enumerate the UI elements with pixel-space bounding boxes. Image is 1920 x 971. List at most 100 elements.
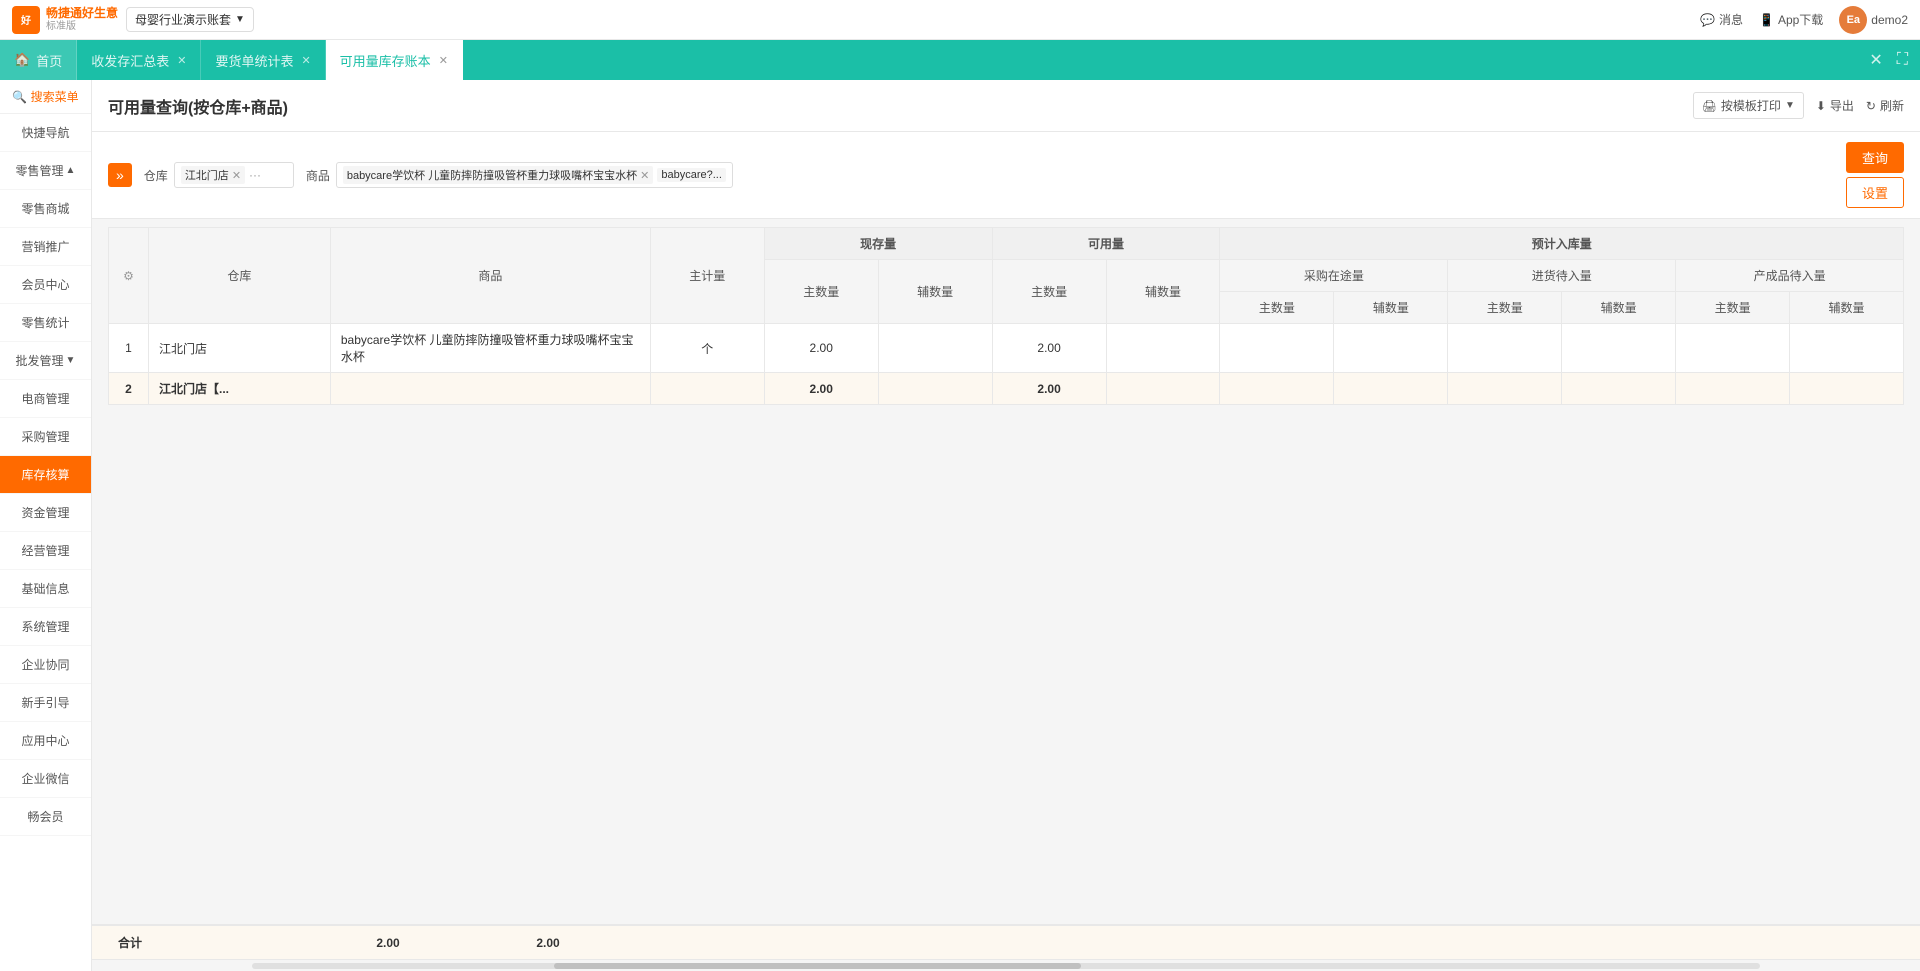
cell-inc-main-1 — [1448, 324, 1562, 373]
product-tag-0: babycare学饮杯 儿童防摔防撞吸管杯重力球吸嘴杯宝宝水杯 ✕ — [343, 166, 654, 184]
sidebar-item-member2[interactable]: 畅会员 — [0, 798, 91, 836]
expand-icon[interactable]: ⛶ — [1893, 49, 1912, 71]
th-settings[interactable]: ⚙ — [109, 228, 149, 324]
export-button[interactable]: ⬇ 导出 — [1816, 97, 1854, 114]
warehouse-tag-container[interactable]: 江北门店 ✕ ··· — [174, 162, 294, 188]
print-icon: 🖨 — [1702, 99, 1717, 113]
sidebar-item-system[interactable]: 系统管理 — [0, 608, 91, 646]
logo-subtext: 标准版 — [46, 21, 118, 33]
filter-actions: 查询 设置 — [1846, 142, 1904, 208]
sidebar-item-app-center[interactable]: 应用中心 — [0, 722, 91, 760]
filter-area: » 仓库 江北门店 ✕ ··· 商品 babycare学饮杯 儿童防摔防撞吸管杯… — [92, 132, 1920, 219]
th-production-aux: 辅数量 — [1790, 292, 1904, 324]
message-button[interactable]: 💬 消息 — [1700, 11, 1743, 28]
sidebar-item-basics-label: 基础信息 — [21, 582, 69, 596]
sidebar-item-finance-label: 资金管理 — [21, 506, 69, 520]
warehouse-filter: 仓库 江北门店 ✕ ··· — [144, 162, 294, 188]
sidebar-search[interactable]: 🔍 搜索菜单 — [0, 80, 91, 114]
sidebar-item-retail-mgmt[interactable]: 零售管理 ▲ — [0, 152, 91, 190]
sidebar-item-wechat[interactable]: 企业微信 — [0, 760, 91, 798]
sidebar-item-operations[interactable]: 经营管理 — [0, 532, 91, 570]
remove-product-tag-0[interactable]: ✕ — [640, 169, 649, 182]
template-print-button[interactable]: 🖨 按模板打印 ▼ — [1693, 92, 1804, 119]
sidebar-item-guide[interactable]: 新手引导 — [0, 684, 91, 722]
user-area[interactable]: Ea demo2 — [1839, 6, 1908, 34]
cell-purch-aux-2 — [1334, 373, 1448, 405]
sidebar-item-finance[interactable]: 资金管理 — [0, 494, 91, 532]
cell-index-2: 2 — [109, 373, 149, 405]
th-main-unit: 主计量 — [650, 228, 764, 324]
search-icon: 🔍 — [12, 90, 27, 104]
close-summary-icon[interactable]: ✕ — [177, 54, 186, 67]
scroll-track[interactable] — [252, 963, 1760, 969]
th-current-stock: 现存量 — [764, 228, 992, 260]
sidebar-item-wholesale[interactable]: 批发管理 ▼ — [0, 342, 91, 380]
cell-prod-main-2 — [1676, 373, 1790, 405]
app-download-label: App下载 — [1778, 11, 1823, 28]
warehouse-label: 仓库 — [144, 167, 168, 184]
tab-order-stats[interactable]: 要货单统计表 ✕ — [201, 40, 325, 80]
cell-cur-aux-2 — [878, 373, 992, 405]
remove-warehouse-tag[interactable]: ✕ — [232, 169, 241, 182]
product-filter: 商品 babycare学饮杯 儿童防摔防撞吸管杯重力球吸嘴杯宝宝水杯 ✕ bab… — [306, 162, 733, 188]
app-icon: 📱 — [1759, 13, 1774, 27]
tab-available-stock[interactable]: 可用量库存账本 ✕ — [326, 40, 463, 80]
username-label: demo2 — [1871, 13, 1908, 27]
sidebar-item-stock[interactable]: 库存核算 — [0, 456, 91, 494]
data-table: ⚙ 仓库 商品 主计量 现存量 可用量 预计入库量 主数量 辅数量 主数量 辅数… — [108, 227, 1904, 405]
cell-warehouse-2: 江北门店【... — [149, 373, 331, 405]
industry-selector[interactable]: 母婴行业演示账套 ▼ — [126, 7, 254, 32]
home-icon: 🏠 — [14, 52, 30, 68]
cell-purch-aux-1 — [1334, 324, 1448, 373]
sidebar-item-marketing[interactable]: 营销推广 — [0, 228, 91, 266]
footer-current-main: 2.00 — [348, 936, 428, 950]
sidebar-item-retail-mall[interactable]: 零售商城 — [0, 190, 91, 228]
th-production: 产成品待入量 — [1676, 260, 1904, 292]
cell-avail-aux-2 — [1106, 373, 1220, 405]
chevron-icon: ▲ — [66, 165, 76, 176]
tab-summary[interactable]: 收发存汇总表 ✕ — [77, 40, 201, 80]
chevron-down-icon: ▼ — [235, 14, 245, 25]
sidebar-item-enterprise[interactable]: 企业协同 — [0, 646, 91, 684]
column-settings-icon[interactable]: ⚙ — [123, 269, 134, 283]
close-available-stock-icon[interactable]: ✕ — [439, 54, 448, 67]
refresh-icon: ↻ — [1866, 99, 1876, 113]
product-tag-1: babycare?... — [657, 168, 726, 182]
warehouse-ellipsis[interactable]: ··· — [249, 168, 261, 182]
cell-cur-main-2: 2.00 — [764, 373, 878, 405]
close-order-stats-icon[interactable]: ✕ — [301, 54, 310, 67]
footer-row: 合计 2.00 2.00 — [108, 934, 1904, 951]
close-all-icon[interactable]: ✕ — [1865, 48, 1886, 72]
sidebar-item-purchase[interactable]: 采购管理 — [0, 418, 91, 456]
tab-available-stock-label: 可用量库存账本 — [340, 51, 431, 70]
top-bar: 好 畅捷通好生意 标准版 母婴行业演示账套 ▼ 💬 消息 📱 App下载 Ea … — [0, 0, 1920, 40]
sidebar-item-ecommerce-label: 电商管理 — [21, 392, 69, 406]
sidebar-item-basics[interactable]: 基础信息 — [0, 570, 91, 608]
cell-prod-main-1 — [1676, 324, 1790, 373]
th-incoming-main: 主数量 — [1448, 292, 1562, 324]
cell-inc-main-2 — [1448, 373, 1562, 405]
page-header: 可用量查询(按仓库+商品) 🖨 按模板打印 ▼ ⬇ 导出 ↻ 刷新 — [92, 80, 1920, 132]
refresh-button[interactable]: ↻ 刷新 — [1866, 97, 1904, 114]
tab-home[interactable]: 🏠 首页 — [0, 40, 77, 80]
sidebar-item-retail-stats[interactable]: 零售统计 — [0, 304, 91, 342]
app-download-button[interactable]: 📱 App下载 — [1759, 11, 1823, 28]
product-tag-container[interactable]: babycare学饮杯 儿童防摔防撞吸管杯重力球吸嘴杯宝宝水杯 ✕ babyca… — [336, 162, 733, 188]
message-label: 消息 — [1719, 11, 1743, 28]
sidebar-item-member[interactable]: 会员中心 — [0, 266, 91, 304]
scroll-thumb[interactable] — [554, 963, 1082, 969]
th-incoming: 进货待入量 — [1448, 260, 1676, 292]
table-row: 2 江北门店【... 2.00 2.00 — [109, 373, 1904, 405]
tab-summary-label: 收发存汇总表 — [91, 51, 169, 70]
table-footer: 合计 2.00 2.00 — [92, 924, 1920, 959]
th-incoming-aux: 辅数量 — [1562, 292, 1676, 324]
cell-product-1: babycare学饮杯 儿童防摔防撞吸管杯重力球吸嘴杯宝宝水杯 — [330, 324, 650, 373]
filter-toggle-button[interactable]: » — [108, 163, 132, 187]
settings-button[interactable]: 设置 — [1846, 177, 1904, 208]
query-button[interactable]: 查询 — [1846, 142, 1904, 173]
footer-available-main: 2.00 — [508, 936, 588, 950]
sidebar-item-ecommerce[interactable]: 电商管理 — [0, 380, 91, 418]
nav-tabs-right: ✕ ⛶ — [1857, 40, 1920, 80]
sidebar-quick-nav[interactable]: 快捷导航 — [0, 114, 91, 152]
sidebar-item-retail-mall-label: 零售商城 — [21, 202, 69, 216]
